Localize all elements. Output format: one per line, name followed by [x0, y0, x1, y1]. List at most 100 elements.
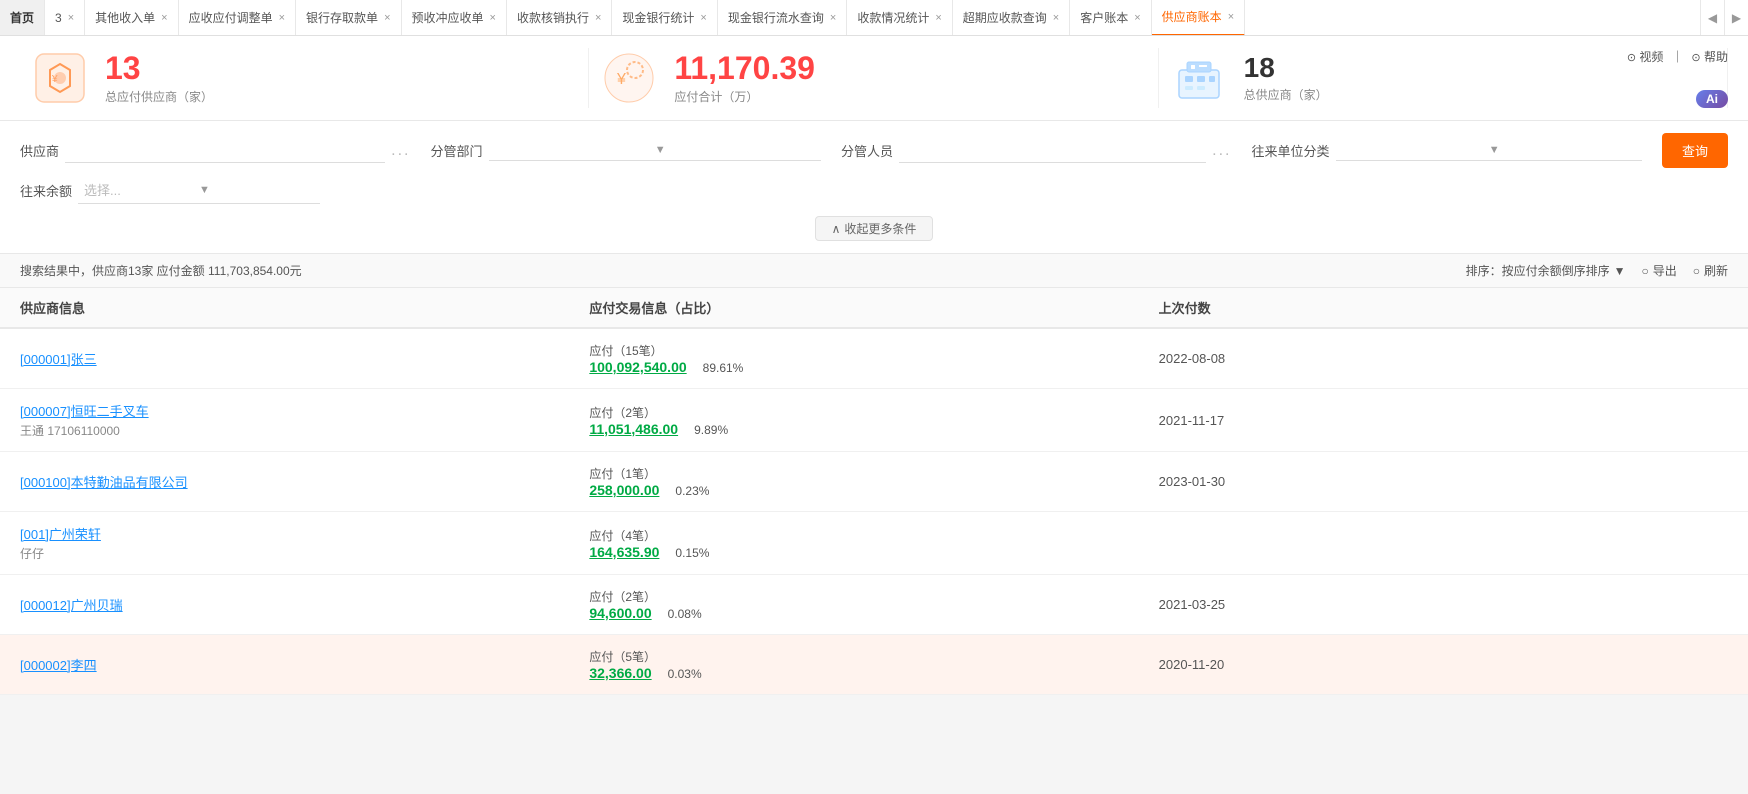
nav-tab-bank-deposit[interactable]: 银行存取款单 × [296, 0, 401, 36]
refresh-label: 刷新 [1704, 262, 1728, 279]
export-icon: ○ [1641, 264, 1648, 278]
help-link[interactable]: ⊙ 帮助 [1691, 48, 1728, 65]
nav-arrow-right[interactable]: ▶ [1724, 0, 1748, 36]
receivable-adjust-close[interactable]: × [279, 12, 285, 24]
nav-tab-supplier-ledger[interactable]: 供应商账本 × [1152, 0, 1245, 36]
transaction-info-5: 应付（2笔） 94,600.00 0.08% [589, 588, 1158, 621]
collection-stat-label: 收款情况统计 [857, 9, 929, 26]
export-action[interactable]: ○ 导出 [1641, 262, 1676, 279]
collection-verify-close[interactable]: × [595, 12, 601, 24]
svg-text:¥: ¥ [616, 71, 626, 88]
supplier-info-1: [000001]张三 [20, 349, 589, 368]
department-select[interactable]: ▼ [489, 140, 821, 161]
supplier-link-6[interactable]: [000002]李四 [20, 655, 589, 674]
person-input[interactable] [899, 139, 1206, 163]
trans-percent-6: 0.03% [668, 667, 702, 681]
nav-tab-overdue[interactable]: 超期应收款查询 × [953, 0, 1070, 36]
nav-tab-other-income[interactable]: 其他收入单 × [85, 0, 178, 36]
category-select[interactable]: ▼ [1336, 140, 1642, 161]
supplier-link-1[interactable]: [000001]张三 [20, 349, 589, 368]
nav-tab-collection-verify[interactable]: 收款核销执行 × [507, 0, 612, 36]
category-arrow: ▼ [1489, 144, 1636, 156]
supplier-info-6: [000002]李四 [20, 655, 589, 674]
nav-tab-customer-ledger[interactable]: 客户账本 × [1070, 0, 1151, 36]
trans-amount-2[interactable]: 11,051,486.00 [589, 421, 678, 437]
sort-label: 排序：按应付余额倒序排序 [1466, 262, 1610, 279]
filter-item-person: 分管人员 ... [841, 139, 1232, 163]
nav-tab-collection-stat[interactable]: 收款情况统计 × [847, 0, 952, 36]
cash-bank-flow-label: 现金银行流水查询 [728, 9, 824, 26]
ai-badge[interactable]: Ai [1696, 90, 1728, 108]
stat-block-2: ¥ 11,170.39 应付合计（万） [589, 48, 1158, 108]
supplier-link-4[interactable]: [001]广州荣轩 [20, 524, 589, 543]
supplier-link-2[interactable]: [000007]恒旺二手叉车 [20, 401, 589, 420]
trans-amount-5[interactable]: 94,600.00 [589, 605, 651, 621]
nav-tab-cash-bank-stat[interactable]: 现金银行统计 × [612, 0, 717, 36]
nav-tab-receivable-adjust[interactable]: 应收应付调整单 × [179, 0, 296, 36]
table-row: [000007]恒旺二手叉车 王通 17106110000 应付（2笔） 11,… [0, 389, 1748, 452]
stat-text-1: 13 总应付供应商（家） [105, 52, 213, 105]
results-bar: 搜索结果中，供应商13家 应付金额 111,703,854.00元 排序：按应付… [0, 254, 1748, 288]
stat-number-1: 13 [105, 52, 213, 84]
transaction-info-4: 应付（4笔） 164,635.90 0.15% [589, 527, 1158, 560]
overdue-close[interactable]: × [1053, 12, 1059, 24]
trans-percent-2: 9.89% [694, 423, 728, 437]
header-stats: ¥ 13 总应付供应商（家） ¥ 11,170.39 应付合计（万） [0, 36, 1748, 121]
table-area: 供应商信息 应付交易信息（占比） 上次付数 [000001]张三 应付（15笔）… [0, 288, 1748, 695]
bank-deposit-close[interactable]: × [384, 12, 390, 24]
cash-bank-flow-close[interactable]: × [830, 12, 836, 24]
last-payment-6: 2020-11-20 [1159, 657, 1728, 672]
table-header: 供应商信息 应付交易信息（占比） 上次付数 [0, 288, 1748, 329]
supplier-info-5: [000012]广州贝瑞 [20, 595, 589, 614]
supplier-ledger-close[interactable]: × [1228, 11, 1234, 23]
table-body: [000001]张三 应付（15笔） 100,092,540.00 89.61%… [0, 329, 1748, 695]
trans-percent-1: 89.61% [703, 361, 744, 375]
table-row: [000012]广州贝瑞 应付（2笔） 94,600.00 0.08% 2021… [0, 575, 1748, 635]
last-payment-5: 2021-03-25 [1159, 597, 1728, 612]
stat-text-3: 18 总供应商（家） [1244, 54, 1328, 103]
table-row: [000100]本特勤油品有限公司 应付（1笔） 258,000.00 0.23… [0, 452, 1748, 512]
last-payment-3: 2023-01-30 [1159, 474, 1728, 489]
trans-amount-4[interactable]: 164,635.90 [589, 544, 659, 560]
supplier-dots[interactable]: ... [391, 142, 410, 160]
nav-tab-cash-bank-flow[interactable]: 现金银行流水查询 × [718, 0, 847, 36]
supplier-link-5[interactable]: [000012]广州贝瑞 [20, 595, 589, 614]
supplier-info-3: [000100]本特勤油品有限公司 [20, 472, 589, 491]
cash-bank-stat-label: 现金银行统计 [622, 9, 694, 26]
sort-arrow: ▼ [1614, 264, 1626, 278]
customer-ledger-close[interactable]: × [1134, 12, 1140, 24]
refresh-action[interactable]: ○ 刷新 [1693, 262, 1728, 279]
advance-close[interactable]: × [490, 12, 496, 24]
table-row: [001]广州荣轩 仔仔 应付（4笔） 164,635.90 0.15% [0, 512, 1748, 575]
advance-label: 预收冲应收单 [412, 9, 484, 26]
nav-tab-home[interactable]: 首页 [0, 0, 45, 36]
video-link[interactable]: ⊙ 视频 [1627, 48, 1664, 65]
query-button[interactable]: 查询 [1662, 133, 1728, 168]
sort-select[interactable]: 排序：按应付余额倒序排序 ▼ [1466, 262, 1626, 279]
cash-bank-stat-close[interactable]: × [700, 12, 706, 24]
department-label: 分管部门 [431, 141, 483, 160]
nav-tab-3[interactable]: 3 × [45, 0, 85, 36]
trans-amount-3[interactable]: 258,000.00 [589, 482, 659, 498]
department-arrow: ▼ [655, 144, 815, 156]
tab3-close[interactable]: × [68, 12, 74, 24]
filter-row-2: 往来余额 选择... ▼ [20, 176, 1728, 204]
nav-arrows: ◀ ▶ [1700, 0, 1748, 36]
balance-select[interactable]: 选择... ▼ [78, 176, 320, 204]
collapse-button[interactable]: ∧ 收起更多条件 [815, 216, 934, 241]
supplier-link-3[interactable]: [000100]本特勤油品有限公司 [20, 472, 589, 491]
trans-amount-6[interactable]: 32,366.00 [589, 665, 651, 681]
supplier-input[interactable] [65, 139, 385, 163]
collection-stat-close[interactable]: × [935, 12, 941, 24]
nav-arrow-left[interactable]: ◀ [1700, 0, 1724, 36]
trans-percent-3: 0.23% [675, 484, 709, 498]
person-dots[interactable]: ... [1212, 142, 1231, 160]
stat-icon-1: ¥ [30, 48, 90, 108]
trans-amount-1[interactable]: 100,092,540.00 [589, 359, 686, 375]
refresh-icon: ○ [1693, 264, 1700, 278]
nav-tab-advance[interactable]: 预收冲应收单 × [402, 0, 507, 36]
table-row: [000002]李四 应付（5笔） 32,366.00 0.03% 2020-1… [0, 635, 1748, 695]
other-income-close[interactable]: × [161, 12, 167, 24]
supplier-ledger-label: 供应商账本 [1162, 8, 1222, 25]
top-nav: 首页 3 × 其他收入单 × 应收应付调整单 × 银行存取款单 × 预收冲应收单… [0, 0, 1748, 36]
